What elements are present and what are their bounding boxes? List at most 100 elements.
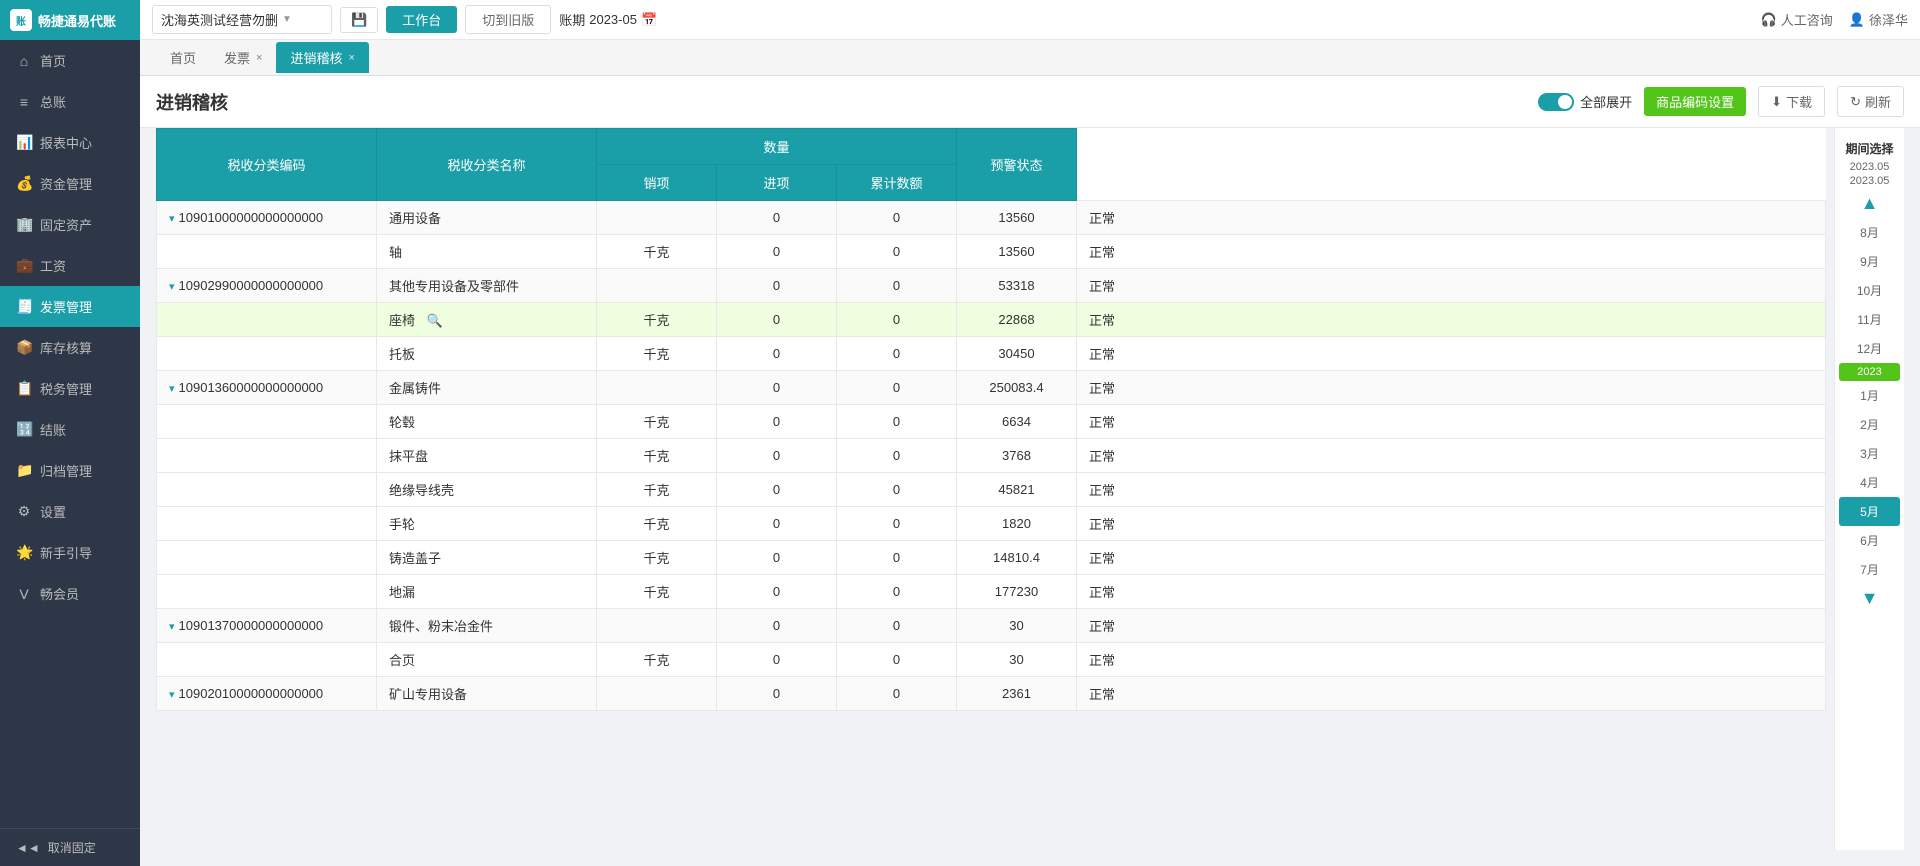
- invoice-icon: 🧾: [16, 298, 32, 315]
- ledger-icon: ≡: [16, 94, 32, 110]
- sidebar-item-home[interactable]: ⌂ 首页: [0, 40, 140, 81]
- month-11[interactable]: 11月: [1839, 305, 1900, 334]
- cell-unit: [597, 371, 717, 405]
- sidebar-item-settlement[interactable]: 🔢 结账: [0, 409, 140, 450]
- sidebar-item-guide[interactable]: 🌟 新手引导: [0, 532, 140, 573]
- old-version-button[interactable]: 切到旧版: [465, 5, 551, 34]
- user-profile[interactable]: 👤 徐泽华: [1849, 10, 1908, 29]
- expand-icon[interactable]: ▾: [169, 383, 175, 395]
- cell-status: 正常: [1077, 303, 1826, 337]
- expand-icon[interactable]: ▾: [169, 213, 175, 225]
- cell-unit: [597, 201, 717, 235]
- cell-status: 正常: [1077, 575, 1826, 609]
- sidebar-item-inventory[interactable]: 📦 库存核算: [0, 327, 140, 368]
- tab-check-label: 进销稽核: [290, 48, 342, 67]
- cell-name: 金属铸件: [377, 371, 597, 405]
- cell-purchase: 0: [837, 541, 957, 575]
- cell-name: 抹平盘: [377, 439, 597, 473]
- tax-icon: 📋: [16, 380, 32, 397]
- table-wrapper: 税收分类编码 税收分类名称 数量 预警状态 销项 进项 累计数额 ▾1090: [156, 128, 1826, 850]
- sidebar-item-reports[interactable]: 📊 报表中心: [0, 122, 140, 163]
- sidebar-item-settings[interactable]: ⚙ 设置: [0, 491, 140, 532]
- save-draft-button[interactable]: 💾: [340, 7, 378, 33]
- cell-status: 正常: [1077, 235, 1826, 269]
- month-6[interactable]: 6月: [1839, 526, 1900, 555]
- item-name: 合页: [389, 653, 415, 668]
- table-row: ▾10902010000000000000 矿山专用设备 0 0 2361 正常: [157, 677, 1826, 711]
- sidebar-label-tax: 税务管理: [40, 379, 92, 398]
- item-name: 地漏: [389, 585, 415, 600]
- workbench-button[interactable]: 工作台: [386, 6, 457, 33]
- refresh-button[interactable]: ↻ 刷新: [1837, 86, 1904, 117]
- month-1[interactable]: 1月: [1839, 381, 1900, 410]
- month-4[interactable]: 4月: [1839, 468, 1900, 497]
- unpin-label: 取消固定: [48, 839, 96, 856]
- search-icon[interactable]: 🔍: [427, 313, 443, 328]
- sidebar-item-ledger[interactable]: ≡ 总账: [0, 81, 140, 122]
- table-row: ▾10901370000000000000 锻件、粉末冶金件 0 0 30 正常: [157, 609, 1826, 643]
- logo-text: 畅捷通易代账: [38, 11, 116, 30]
- company-selector[interactable]: 沈海英测试经营勿删 ▼: [152, 5, 332, 34]
- inventory-icon: 📦: [16, 339, 32, 356]
- scroll-down-arrow[interactable]: ▼: [1857, 584, 1883, 613]
- cell-sale: 0: [717, 677, 837, 711]
- month-2[interactable]: 2月: [1839, 410, 1900, 439]
- support-button[interactable]: 🎧 人工咨询: [1761, 10, 1833, 29]
- tab-home[interactable]: 首页: [156, 42, 210, 73]
- cell-total: 1820: [957, 507, 1077, 541]
- cell-status: 正常: [1077, 371, 1826, 405]
- cell-unit: 千克: [597, 405, 717, 439]
- expand-icon[interactable]: ▾: [169, 621, 175, 633]
- month-8[interactable]: 8月: [1839, 218, 1900, 247]
- period-selector[interactable]: 账期 2023-05 📅: [559, 10, 657, 29]
- cell-unit: [597, 677, 717, 711]
- sidebar-item-funds[interactable]: 💰 资金管理: [0, 163, 140, 204]
- expand-icon[interactable]: ▾: [169, 281, 175, 293]
- archive-icon: 📁: [16, 462, 32, 479]
- month-10[interactable]: 10月: [1839, 276, 1900, 305]
- month-3[interactable]: 3月: [1839, 439, 1900, 468]
- scroll-up-arrow[interactable]: ▲: [1857, 189, 1883, 218]
- cell-sale: 0: [717, 609, 837, 643]
- toggle-all[interactable]: 全部展开: [1538, 92, 1632, 111]
- expand-icon[interactable]: ▾: [169, 689, 175, 701]
- sidebar-item-archive[interactable]: 📁 归档管理: [0, 450, 140, 491]
- cell-status: 正常: [1077, 643, 1826, 677]
- download-button[interactable]: ⬇ 下载: [1758, 86, 1825, 117]
- cell-sale: 0: [717, 643, 837, 677]
- sidebar-label-fixed-assets: 固定资产: [40, 215, 92, 234]
- item-name: 金属铸件: [389, 381, 441, 396]
- sidebar-label-home: 首页: [40, 51, 66, 70]
- cell-sale: 0: [717, 575, 837, 609]
- month-5[interactable]: 5月: [1839, 497, 1900, 526]
- sidebar-item-member[interactable]: V 畅会员: [0, 573, 140, 614]
- item-name: 其他专用设备及零部件: [389, 279, 519, 294]
- cell-code: [157, 303, 377, 337]
- toggle-switch[interactable]: [1538, 93, 1574, 111]
- sidebar-label-guide: 新手引导: [40, 543, 92, 562]
- user-icon: 👤: [1849, 12, 1865, 28]
- tab-check[interactable]: 进销稽核 ×: [276, 42, 368, 73]
- table-row: 合页 千克 0 0 30 正常: [157, 643, 1826, 677]
- sidebar-item-fixed-assets[interactable]: 🏢 固定资产: [0, 204, 140, 245]
- month-9[interactable]: 9月: [1839, 247, 1900, 276]
- cell-status: 正常: [1077, 201, 1826, 235]
- sidebar-item-tax[interactable]: 📋 税务管理: [0, 368, 140, 409]
- table-row: 绝缘导线壳 千克 0 0 45821 正常: [157, 473, 1826, 507]
- product-code-button[interactable]: 商品编码设置: [1644, 87, 1746, 116]
- month-12[interactable]: 12月: [1839, 334, 1900, 363]
- sidebar-item-invoice[interactable]: 🧾 发票管理: [0, 286, 140, 327]
- item-name: 抹平盘: [389, 449, 428, 464]
- sidebar-item-salary[interactable]: 💼 工资: [0, 245, 140, 286]
- funds-icon: 💰: [16, 175, 32, 192]
- cell-status: 正常: [1077, 405, 1826, 439]
- cell-code: ▾10901370000000000000: [157, 609, 377, 643]
- product-code-label: 商品编码设置: [1656, 95, 1734, 110]
- tab-invoice[interactable]: 发票 ×: [210, 42, 276, 73]
- refresh-icon: ↻: [1850, 94, 1861, 110]
- tab-check-close[interactable]: ×: [348, 52, 354, 64]
- unpin-button[interactable]: ◄◄ 取消固定: [0, 828, 140, 866]
- month-7[interactable]: 7月: [1839, 555, 1900, 584]
- tab-invoice-close[interactable]: ×: [256, 52, 262, 64]
- cell-purchase: 0: [837, 677, 957, 711]
